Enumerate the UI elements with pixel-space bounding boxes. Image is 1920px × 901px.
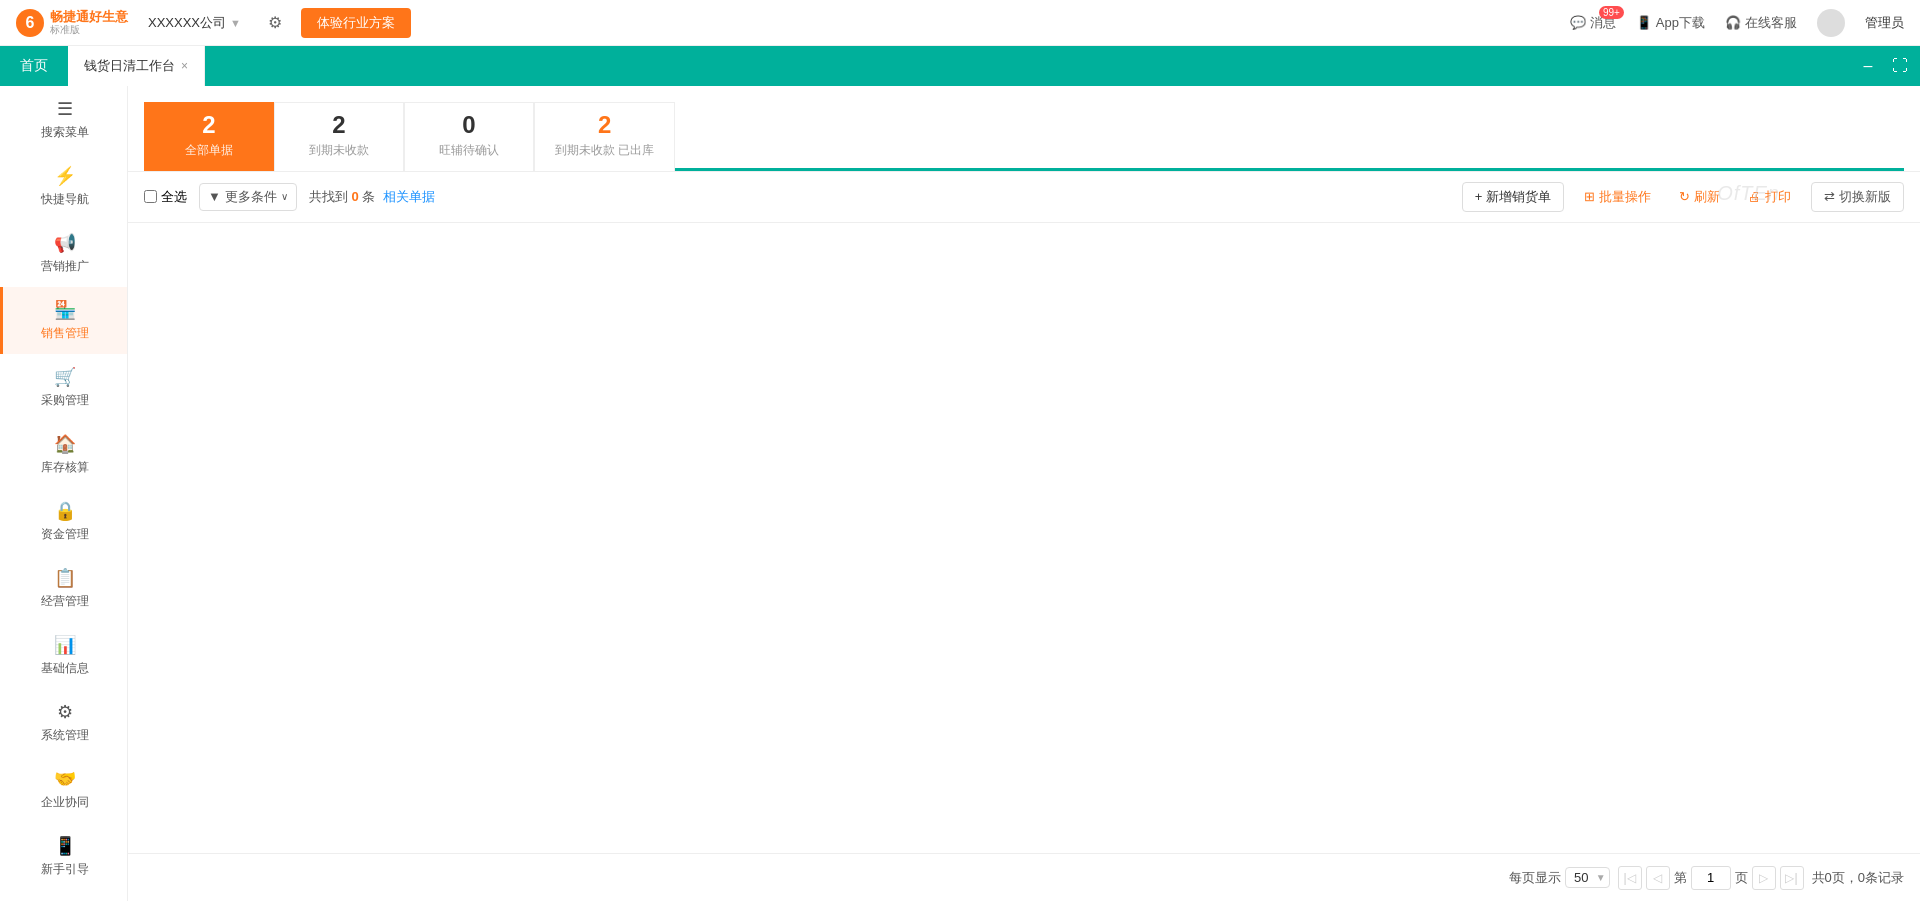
logo-icon: 6 bbox=[16, 9, 44, 37]
last-page-btn[interactable]: ▷| bbox=[1780, 866, 1804, 890]
stat-tab-all[interactable]: 2 全部单据 bbox=[144, 102, 274, 171]
sidebar-item-inventory[interactable]: 🏠 库存核算 bbox=[0, 421, 127, 488]
basic-info-icon: 📊 bbox=[54, 634, 76, 656]
batch-icon: ⊞ bbox=[1584, 189, 1595, 204]
stat-tab-wangpu-confirm[interactable]: 0 旺辅待确认 bbox=[404, 102, 534, 171]
sidebar-item-basic-info[interactable]: 📊 基础信息 bbox=[0, 622, 127, 689]
search-menu-icon: ☰ bbox=[57, 98, 73, 120]
next-page-btn[interactable]: ▷ bbox=[1752, 866, 1776, 890]
sidebar-item-beginner-guide[interactable]: 📱 新手引导 bbox=[0, 823, 127, 890]
list-area bbox=[128, 223, 1920, 853]
online-service-action[interactable]: 🎧 在线客服 bbox=[1725, 14, 1797, 32]
system-icon: ⚙ bbox=[57, 701, 73, 723]
main-layout: ☰ 搜索菜单 ⚡ 快捷导航 📢 营销推广 🏪 销售管理 🛒 采购管理 🏠 库存核… bbox=[0, 86, 1920, 901]
batch-ops-btn[interactable]: ⊞ 批量操作 bbox=[1576, 184, 1659, 210]
page-label: 第 bbox=[1674, 869, 1687, 887]
sidebar-item-finance[interactable]: 🔒 资金管理 bbox=[0, 488, 127, 555]
sidebar-item-sales[interactable]: 🏪 销售管理 bbox=[0, 287, 127, 354]
message-icon: 💬 bbox=[1570, 15, 1586, 30]
sidebar: ☰ 搜索菜单 ⚡ 快捷导航 📢 营销推广 🏪 销售管理 🛒 采购管理 🏠 库存核… bbox=[0, 86, 128, 901]
sidebar-item-app-center[interactable]: 🎁 应用中心 bbox=[0, 890, 127, 901]
sidebar-item-operations[interactable]: 📋 经营管理 bbox=[0, 555, 127, 622]
tab-maximize-btn[interactable]: ⛶ bbox=[1888, 54, 1912, 78]
select-all-checkbox[interactable] bbox=[144, 190, 157, 203]
page-input[interactable] bbox=[1691, 866, 1731, 890]
content-area: 2 全部单据 2 到期未收款 0 旺辅待确认 2 到期未收款 已出库 bbox=[128, 86, 1920, 901]
tab-home[interactable]: 首页 bbox=[0, 46, 68, 86]
refresh-icon: ↻ bbox=[1679, 189, 1690, 204]
logo-area: 6 畅捷通好生意 标准版 bbox=[16, 9, 128, 37]
print-btn[interactable]: 🖨 打印 bbox=[1740, 184, 1799, 210]
settings-icon[interactable]: ⚙ bbox=[261, 9, 289, 37]
tab-minimize-btn[interactable]: – bbox=[1856, 54, 1880, 78]
new-sale-btn[interactable]: + 新增销货单 bbox=[1462, 182, 1564, 212]
page-end-label: 页 bbox=[1735, 869, 1748, 887]
switch-icon: ⇄ bbox=[1824, 189, 1835, 204]
finance-icon: 🔒 bbox=[54, 500, 76, 522]
chevron-icon: ∨ bbox=[281, 191, 288, 202]
header-left: 6 畅捷通好生意 标准版 XXXXXX公司 ▼ ⚙ 体验行业方案 bbox=[16, 8, 411, 38]
stat-tab-overdue-unpaid[interactable]: 2 到期未收款 bbox=[274, 102, 404, 171]
tab-controls: – ⛶ bbox=[1856, 54, 1920, 78]
enterprise-coop-icon: 🤝 bbox=[54, 768, 76, 790]
quick-nav-icon: ⚡ bbox=[54, 165, 76, 187]
username-label: 管理员 bbox=[1865, 14, 1904, 32]
pagination-bar: 每页显示 50 ▼ |◁ ◁ 第 页 ▷ ▷| 共0页，0条记录 bbox=[128, 853, 1920, 901]
operations-icon: 📋 bbox=[54, 567, 76, 589]
toolbar-left: 全选 ▼ 更多条件 ∨ 共找到 0 条 相关单据 bbox=[144, 183, 1450, 211]
page-size-value[interactable]: 50 bbox=[1565, 867, 1609, 888]
inventory-icon: 🏠 bbox=[54, 433, 76, 455]
stats-tabs: 2 全部单据 2 到期未收款 0 旺辅待确认 2 到期未收款 已出库 bbox=[128, 86, 1920, 172]
print-icon: 🖨 bbox=[1748, 189, 1761, 204]
content-inner: 2 全部单据 2 到期未收款 0 旺辅待确认 2 到期未收款 已出库 bbox=[128, 86, 1920, 901]
experience-btn[interactable]: 体验行业方案 bbox=[301, 8, 411, 38]
sidebar-item-system[interactable]: ⚙ 系统管理 bbox=[0, 689, 127, 756]
filter-btn[interactable]: ▼ 更多条件 ∨ bbox=[199, 183, 297, 211]
user-avatar[interactable] bbox=[1817, 9, 1845, 37]
tab-bar: 首页 钱货日清工作台 × – ⛶ bbox=[0, 46, 1920, 86]
switch-new-btn[interactable]: ⇄ 切换新版 bbox=[1811, 182, 1904, 212]
header-right: 💬 消息 99+ 📱 App下载 🎧 在线客服 管理员 bbox=[1570, 9, 1904, 37]
sidebar-item-search-menu[interactable]: ☰ 搜索菜单 bbox=[0, 86, 127, 153]
related-link[interactable]: 相关单据 bbox=[383, 189, 435, 204]
page-nav: |◁ ◁ 第 页 ▷ ▷| bbox=[1618, 866, 1804, 890]
tab-close-btn[interactable]: × bbox=[181, 59, 188, 73]
filter-icon: ▼ bbox=[208, 189, 221, 204]
page-size-label: 每页显示 bbox=[1509, 869, 1561, 887]
download-icon: 📱 bbox=[1636, 15, 1652, 30]
found-text: 共找到 0 条 相关单据 bbox=[309, 188, 435, 206]
select-all-area[interactable]: 全选 bbox=[144, 188, 187, 206]
page-size-select: 每页显示 50 ▼ bbox=[1509, 869, 1609, 887]
tab-active[interactable]: 钱货日清工作台 × bbox=[68, 46, 205, 86]
beginner-guide-icon: 📱 bbox=[54, 835, 76, 857]
toolbar: 全选 ▼ 更多条件 ∨ 共找到 0 条 相关单据 bbox=[128, 172, 1920, 223]
app-download-action[interactable]: 📱 App下载 bbox=[1636, 14, 1705, 32]
found-count: 0 bbox=[352, 189, 359, 204]
stat-tab-overdue-not-shipped[interactable]: 2 到期未收款 已出库 bbox=[534, 102, 675, 171]
logo-text: 畅捷通好生意 标准版 bbox=[50, 9, 128, 37]
page-size-dropdown[interactable]: 50 ▼ bbox=[1565, 870, 1609, 885]
first-page-btn[interactable]: |◁ bbox=[1618, 866, 1642, 890]
sidebar-item-purchase[interactable]: 🛒 采购管理 bbox=[0, 354, 127, 421]
sales-icon: 🏪 bbox=[54, 299, 76, 321]
toolbar-right: + 新增销货单 ⊞ 批量操作 ↻ 刷新 🖨 打印 ⇄ bbox=[1462, 182, 1904, 212]
top-header: 6 畅捷通好生意 标准版 XXXXXX公司 ▼ ⚙ 体验行业方案 💬 消息 99… bbox=[0, 0, 1920, 46]
service-icon: 🎧 bbox=[1725, 15, 1741, 30]
pagination-summary: 共0页，0条记录 bbox=[1812, 869, 1904, 887]
prev-page-btn[interactable]: ◁ bbox=[1646, 866, 1670, 890]
chevron-down-icon: ▼ bbox=[230, 17, 241, 29]
sidebar-item-enterprise-coop[interactable]: 🤝 企业协同 bbox=[0, 756, 127, 823]
select-all-label: 全选 bbox=[161, 188, 187, 206]
message-action[interactable]: 💬 消息 99+ bbox=[1570, 14, 1616, 32]
purchase-icon: 🛒 bbox=[54, 366, 76, 388]
refresh-btn[interactable]: ↻ 刷新 bbox=[1671, 184, 1728, 210]
sidebar-item-quick-nav[interactable]: ⚡ 快捷导航 bbox=[0, 153, 127, 220]
sidebar-item-marketing[interactable]: 📢 营销推广 bbox=[0, 220, 127, 287]
message-badge: 99+ bbox=[1599, 6, 1624, 19]
company-selector[interactable]: XXXXXX公司 ▼ bbox=[140, 10, 249, 36]
marketing-icon: 📢 bbox=[54, 232, 76, 254]
tab-underline bbox=[675, 168, 1904, 171]
